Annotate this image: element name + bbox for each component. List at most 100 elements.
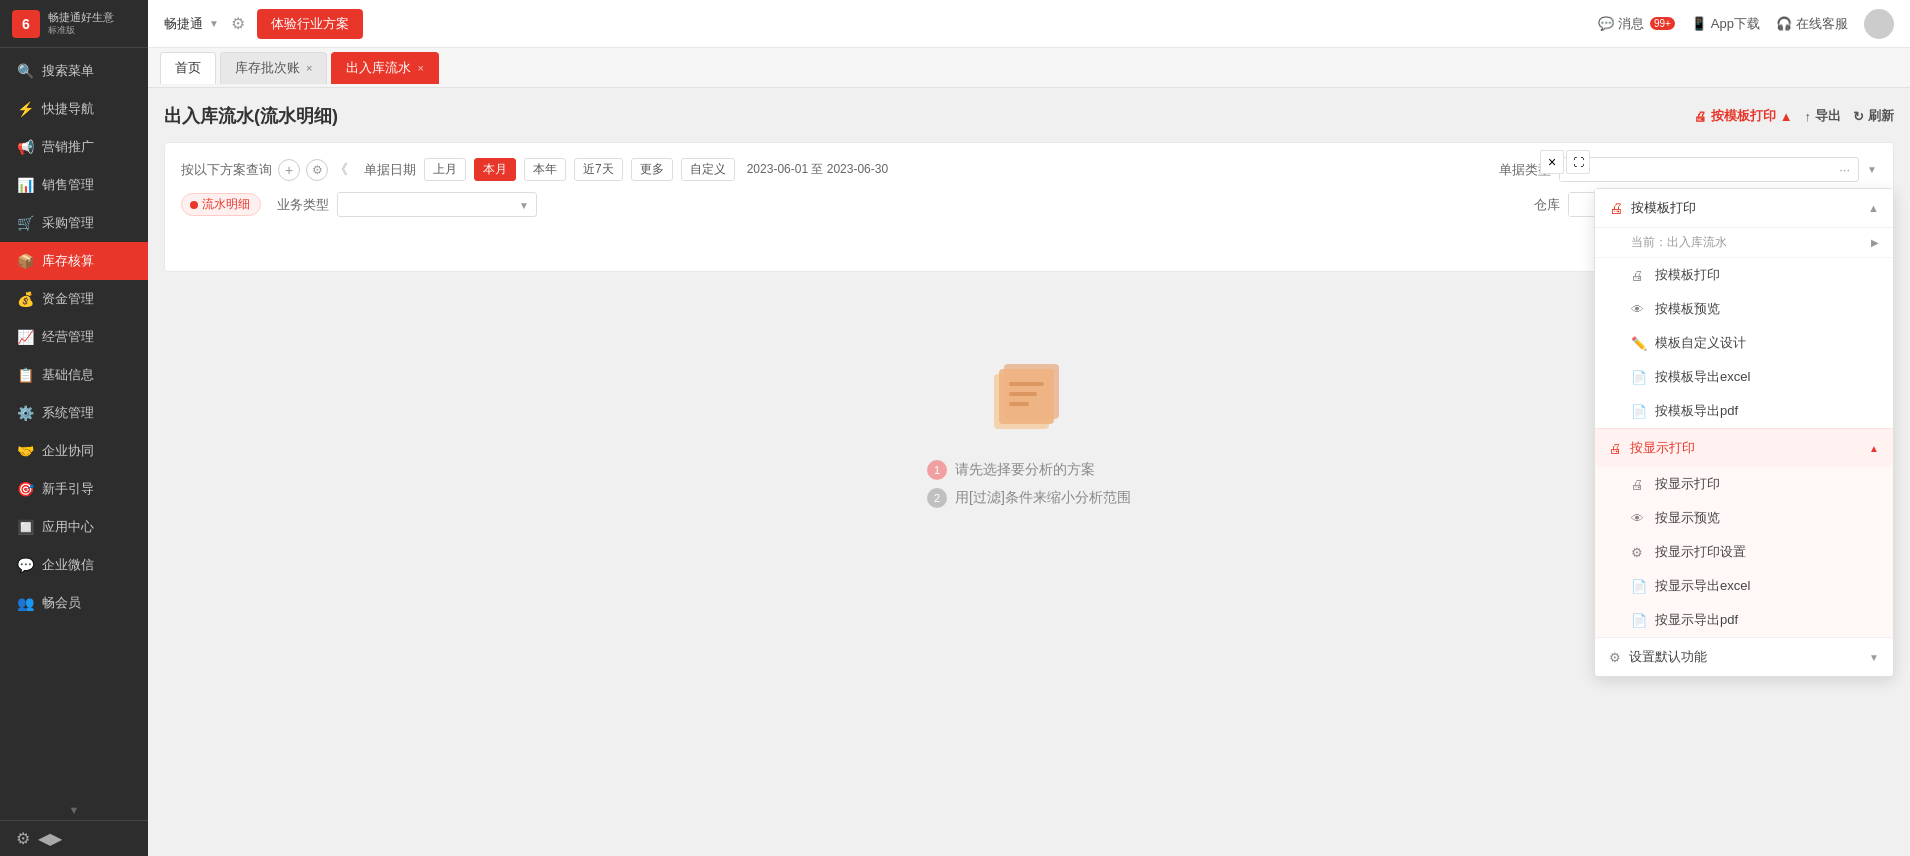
display-section-header-left: 🖨 按显示打印 — [1609, 439, 1695, 457]
sidebar-item-guide[interactable]: 🎯 新手引导 — [0, 470, 148, 508]
filter-add-button[interactable]: + — [278, 159, 300, 181]
close-panel-button[interactable]: × — [1540, 150, 1564, 174]
dropdown-item-template-excel[interactable]: 📄 按模板导出excel — [1595, 360, 1893, 394]
tab-flow[interactable]: 出入库流水 × — [331, 52, 438, 84]
print-dropdown-panel: 🖨 按模板打印 ▲ 当前：出入库流水 ▶ 🖨 按模板打印 👁 按模板预览 — [1594, 188, 1894, 677]
sidebar-item-apps[interactable]: 🔲 应用中心 — [0, 508, 148, 546]
dropdown-item-display-print[interactable]: 🖨 按显示打印 — [1595, 467, 1893, 501]
date-btn-this-month[interactable]: 本月 — [474, 158, 516, 181]
date-filter-label: 单据日期 — [364, 161, 416, 179]
filter-settings-button[interactable]: ⚙ — [306, 159, 328, 181]
dropdown-up-arrow-icon: ▲ — [1868, 202, 1879, 214]
refresh-action[interactable]: ↻ 刷新 — [1853, 107, 1894, 125]
sidebar-item-search[interactable]: 🔍 搜索菜单 — [0, 52, 148, 90]
item-display-print-label: 按显示打印 — [1655, 475, 1720, 493]
header-gear-icon[interactable]: ⚙ — [231, 14, 245, 33]
dropdown-header[interactable]: 🖨 按模板打印 ▲ — [1595, 189, 1893, 228]
sidebar-item-member[interactable]: 👥 畅会员 — [0, 584, 148, 622]
date-btn-custom[interactable]: 自定义 — [681, 158, 735, 181]
online-service-action[interactable]: 🎧 在线客服 — [1776, 15, 1848, 33]
sidebar-item-marketing[interactable]: 📢 营销推广 — [0, 128, 148, 166]
sidebar-item-system[interactable]: ⚙️ 系统管理 — [0, 394, 148, 432]
dropdown-item-display-pdf[interactable]: 📄 按显示导出pdf — [1595, 603, 1893, 637]
sidebar-item-basic[interactable]: 📋 基础信息 — [0, 356, 148, 394]
tab-home[interactable]: 首页 — [160, 52, 216, 84]
sidebar-item-operations[interactable]: 📈 经营管理 — [0, 318, 148, 356]
design-item-icon: ✏️ — [1631, 336, 1647, 351]
doc-type-dropdown-arrow[interactable]: ▼ — [1867, 164, 1877, 175]
sidebar-item-label: 快捷导航 — [42, 100, 94, 118]
display-section-label: 按显示打印 — [1630, 439, 1695, 457]
export-action[interactable]: ↑ 导出 — [1805, 107, 1842, 125]
sidebar-item-label: 应用中心 — [42, 518, 94, 536]
megaphone-icon: 📢 — [16, 138, 34, 156]
display-print-icon: 🖨 — [1631, 477, 1647, 492]
sidebar-item-purchase[interactable]: 🛒 采购管理 — [0, 204, 148, 242]
expand-panel-button[interactable]: ⛶ — [1566, 150, 1590, 174]
dropdown-item-display-excel[interactable]: 📄 按显示导出excel — [1595, 569, 1893, 603]
print-action[interactable]: 🖨 按模板打印 ▲ — [1694, 107, 1793, 125]
sidebar-item-label: 销售管理 — [42, 176, 94, 194]
sidebar-item-inventory[interactable]: 📦 库存核算 — [0, 242, 148, 280]
item-template-design-label: 模板自定义设计 — [1655, 334, 1746, 352]
tab-batch[interactable]: 库存批次账 × — [220, 52, 327, 84]
collapse-sidebar-icon[interactable]: ◀▶ — [38, 829, 62, 848]
step-1-text: 请先选择要分析的方案 — [955, 461, 1095, 479]
sidebar-item-finance[interactable]: 💰 资金管理 — [0, 280, 148, 318]
app-download-action[interactable]: 📱 App下载 — [1691, 15, 1760, 33]
user-dropdown-icon: ▼ — [209, 18, 219, 29]
search-icon: 🔍 — [16, 62, 34, 80]
date-btn-more[interactable]: 更多 — [631, 158, 673, 181]
footer-arrow-icon: ▼ — [1869, 652, 1879, 663]
date-btn-this-year[interactable]: 本年 — [524, 158, 566, 181]
warehouse-label: 仓库 — [1534, 196, 1560, 214]
dropdown-item-display-settings[interactable]: ⚙ 按显示打印设置 — [1595, 535, 1893, 569]
empty-step-2: 2 用[过滤]条件来缩小分析范围 — [927, 488, 1131, 508]
filter-actions: 按以下方案查询 + ⚙ 《 — [181, 159, 348, 181]
target-icon: 🎯 — [16, 480, 34, 498]
top-header: 畅捷通 ▼ ⚙ 体验行业方案 💬 消息 99+ 📱 App下载 🎧 在线客服 — [148, 0, 1910, 48]
item-display-pdf-label: 按显示导出pdf — [1655, 611, 1738, 629]
dropdown-footer[interactable]: ⚙ 设置默认功能 ▼ — [1595, 637, 1893, 676]
current-template-row: 当前：出入库流水 ▶ — [1595, 228, 1893, 258]
display-section-header[interactable]: 🖨 按显示打印 ▲ — [1595, 428, 1893, 467]
dropdown-item-display-preview[interactable]: 👁 按显示预览 — [1595, 501, 1893, 535]
filter-collapse-icon[interactable]: 《 — [334, 161, 348, 179]
avatar[interactable] — [1864, 9, 1894, 39]
date-btn-7days[interactable]: 近7天 — [574, 158, 623, 181]
display-preview-icon: 👁 — [1631, 511, 1647, 526]
settings-icon[interactable]: ⚙ — [16, 829, 30, 848]
user-info[interactable]: 畅捷通 ▼ — [164, 15, 219, 33]
tab-flow-label: 出入库流水 — [346, 59, 411, 77]
sidebar-item-label: 营销推广 — [42, 138, 94, 156]
sidebar-item-wechat[interactable]: 💬 企业微信 — [0, 546, 148, 584]
trial-button[interactable]: 体验行业方案 — [257, 9, 363, 39]
sidebar-item-label: 采购管理 — [42, 214, 94, 232]
sidebar-item-label: 库存核算 — [42, 252, 94, 270]
business-type-select[interactable] — [337, 192, 537, 217]
dropdown-footer-left: ⚙ 设置默认功能 — [1609, 648, 1707, 666]
sidebar-item-enterprise[interactable]: 🤝 企业协同 — [0, 432, 148, 470]
sidebar-item-label: 企业微信 — [42, 556, 94, 574]
sidebar-scroll-down[interactable]: ▼ — [0, 800, 148, 820]
tab-flow-close[interactable]: × — [417, 62, 423, 74]
business-type-select-wrapper[interactable] — [337, 192, 537, 217]
doc-type-input[interactable]: ··· — [1559, 157, 1859, 182]
sidebar-item-shortcut[interactable]: ⚡ 快捷导航 — [0, 90, 148, 128]
dropdown-item-template-print[interactable]: 🖨 按模板打印 — [1595, 258, 1893, 292]
chat-icon: 💬 — [16, 556, 34, 574]
print-arrow-icon: ▲ — [1780, 109, 1793, 124]
item-template-pdf-label: 按模板导出pdf — [1655, 402, 1738, 420]
dropdown-item-template-preview[interactable]: 👁 按模板预览 — [1595, 292, 1893, 326]
date-btn-last-month[interactable]: 上月 — [424, 158, 466, 181]
money-icon: 💰 — [16, 290, 34, 308]
dropdown-item-template-pdf[interactable]: 📄 按模板导出pdf — [1595, 394, 1893, 428]
doc-type-input-field[interactable] — [1560, 158, 1831, 181]
tab-batch-close[interactable]: × — [306, 62, 312, 74]
messages-action[interactable]: 💬 消息 99+ — [1598, 15, 1675, 33]
dropdown-item-template-design[interactable]: ✏️ 模板自定义设计 — [1595, 326, 1893, 360]
sidebar-item-label: 经营管理 — [42, 328, 94, 346]
doc-type-more-icon[interactable]: ··· — [1831, 162, 1858, 177]
sidebar-item-sales[interactable]: 📊 销售管理 — [0, 166, 148, 204]
display-settings-icon: ⚙ — [1631, 545, 1647, 560]
